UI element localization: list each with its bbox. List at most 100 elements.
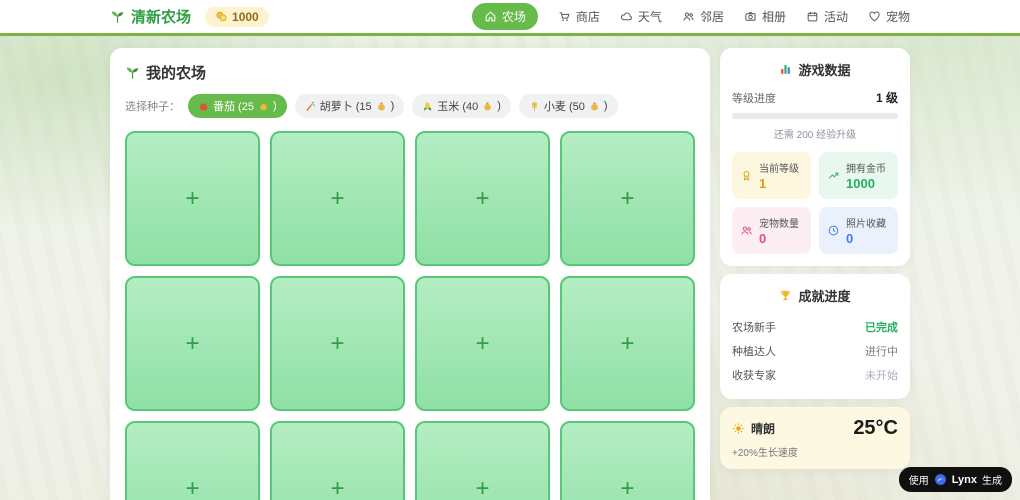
nav-item-shop[interactable]: 商店 xyxy=(558,8,600,25)
coin-balance-value: 1000 xyxy=(232,9,259,24)
achievement-status: 进行中 xyxy=(865,346,898,358)
content-area: 我的农场 选择种子： 番茄 (25 ) 胡萝卜 (15) 玉米 (40) 小… xyxy=(110,48,910,500)
sun-icon xyxy=(733,423,744,434)
weather-top-row: 晴朗 25°C xyxy=(732,417,898,440)
brand-group: 清新农场 1000 xyxy=(110,6,269,27)
farm-plot[interactable]: + xyxy=(125,131,260,266)
seed-pill-tomato[interactable]: 番茄 (25 ) xyxy=(188,94,287,118)
achievement-row: 收获专家 未开始 xyxy=(732,363,898,387)
achievements-card: 成就进度 农场新手 已完成 种植达人 进行中 收获专家 未开始 xyxy=(720,274,910,399)
stat-coins: 拥有金币 1000 xyxy=(819,152,898,199)
seed-pill-text: 番茄 (25 xyxy=(213,101,254,113)
badge-prefix: 使用 xyxy=(908,476,929,487)
farm-plot[interactable]: + xyxy=(560,276,695,411)
stat-label: 照片收藏 xyxy=(846,219,886,230)
achievement-label: 种植达人 xyxy=(732,346,776,358)
carrot-icon xyxy=(306,101,316,111)
nav-label: 商店 xyxy=(575,10,600,24)
achievement-status: 未开始 xyxy=(865,370,898,382)
money-bag-icon xyxy=(260,102,267,110)
top-navigation-bar: 清新农场 1000 农场 商店 天气 邻居 相册 活动 宠物 xyxy=(0,0,1020,36)
weather-growth-bonus: +20%生长速度 xyxy=(732,448,798,459)
my-farm-panel: 我的农场 选择种子： 番茄 (25 ) 胡萝卜 (15) 玉米 (40) 小… xyxy=(110,48,710,500)
nav-item-pets[interactable]: 宠物 xyxy=(868,8,910,25)
seed-pill-text: 胡萝卜 (15 xyxy=(319,101,372,113)
nav-item-weather[interactable]: 天气 xyxy=(620,8,662,25)
achievements-title-text: 成就进度 xyxy=(798,289,851,304)
stat-label: 拥有金币 xyxy=(846,164,886,175)
farm-plot-grid: + + + + + + + + + + + + xyxy=(125,131,695,500)
cloud-icon xyxy=(620,12,632,21)
nav-label: 相册 xyxy=(761,10,786,24)
weather-condition: 晴朗 xyxy=(732,420,775,437)
seed-pill-suffix: ) xyxy=(603,100,608,112)
nav-item-album[interactable]: 相册 xyxy=(744,8,786,25)
seed-pill-suffix: ) xyxy=(497,100,501,112)
stat-value: 1000 xyxy=(846,176,875,191)
seed-pill-suffix: ) xyxy=(272,100,277,112)
game-data-title: 游戏数据 xyxy=(732,60,898,79)
farm-plot[interactable]: + xyxy=(415,421,550,500)
tomato-icon xyxy=(199,102,208,111)
calendar-icon xyxy=(807,11,818,22)
seedling-icon xyxy=(111,11,124,23)
seed-picker-label: 选择种子： xyxy=(125,101,180,113)
farm-plot[interactable]: + xyxy=(270,276,405,411)
main-nav: 农场 商店 天气 邻居 相册 活动 宠物 xyxy=(471,3,910,30)
trophy-icon xyxy=(781,290,791,301)
lynx-logo-icon xyxy=(934,474,946,485)
badge-brand: Lynx xyxy=(951,473,977,486)
cart-icon xyxy=(559,12,570,21)
level-progress-label: 等级进度 xyxy=(732,92,776,105)
home-icon xyxy=(485,11,496,22)
badge-suffix: 生成 xyxy=(982,476,1002,487)
nav-item-neighbors[interactable]: 邻居 xyxy=(682,8,724,25)
farm-plot[interactable]: + xyxy=(125,276,260,411)
level-progress-row: 等级进度 1 级 xyxy=(732,89,898,106)
trend-up-icon xyxy=(828,172,839,179)
seed-pill-corn[interactable]: 玉米 (40 ) xyxy=(412,94,511,118)
lynx-generator-badge[interactable]: 使用 Lynx 生成 xyxy=(898,467,1012,492)
seedling-icon xyxy=(126,67,139,79)
achievement-row: 种植达人 进行中 xyxy=(732,339,898,363)
people-icon xyxy=(683,12,694,21)
seed-pill-carrot[interactable]: 胡萝卜 (15 ) xyxy=(294,94,405,118)
money-bag-icon xyxy=(591,102,598,110)
stat-label: 当前等级 xyxy=(759,164,799,175)
farm-title-text: 我的农场 xyxy=(146,65,207,82)
seed-pill-wheat[interactable]: 小麦 (50 ) xyxy=(518,94,618,118)
app-logo: 清新农场 xyxy=(110,6,191,27)
camera-icon xyxy=(745,11,756,21)
heart-icon xyxy=(869,11,880,22)
level-value: 1 级 xyxy=(875,91,898,105)
stat-value: 0 xyxy=(846,231,854,246)
achievement-row: 农场新手 已完成 xyxy=(732,315,898,339)
nav-item-farm[interactable]: 农场 xyxy=(471,3,538,30)
seed-pill-text: 玉米 (40 xyxy=(437,101,479,113)
seed-picker: 选择种子： 番茄 (25 ) 胡萝卜 (15) 玉米 (40) 小麦 (50… xyxy=(125,94,695,118)
achievement-label: 收获专家 xyxy=(732,370,776,382)
seed-pill-text: 小麦 (50 xyxy=(543,101,585,113)
nav-label: 邻居 xyxy=(699,10,724,24)
farm-plot[interactable]: + xyxy=(270,421,405,500)
farm-plot[interactable]: + xyxy=(560,131,695,266)
bar-chart-icon xyxy=(781,65,791,74)
achievement-status: 已完成 xyxy=(865,322,898,334)
nav-item-activities[interactable]: 活动 xyxy=(806,8,848,25)
stat-photos: 照片收藏 0 xyxy=(819,207,898,254)
achievement-label: 农场新手 xyxy=(732,322,776,334)
nav-label: 天气 xyxy=(637,10,662,24)
sidebar: 游戏数据 等级进度 1 级 还需 200 经验升级 当前等级 1 拥有金币 10… xyxy=(720,48,910,469)
farm-plot[interactable]: + xyxy=(415,131,550,266)
farm-plot[interactable]: + xyxy=(125,421,260,500)
weather-temperature: 25°C xyxy=(853,417,898,439)
farm-plot[interactable]: + xyxy=(560,421,695,500)
medal-icon xyxy=(743,170,750,181)
level-progress-bar xyxy=(732,113,898,119)
app-title: 清新农场 xyxy=(131,9,192,26)
farm-plot[interactable]: + xyxy=(415,276,550,411)
game-data-title-text: 游戏数据 xyxy=(798,63,851,78)
nav-label: 宠物 xyxy=(885,10,910,24)
farm-plot[interactable]: + xyxy=(270,131,405,266)
nav-label: 活动 xyxy=(823,10,848,24)
